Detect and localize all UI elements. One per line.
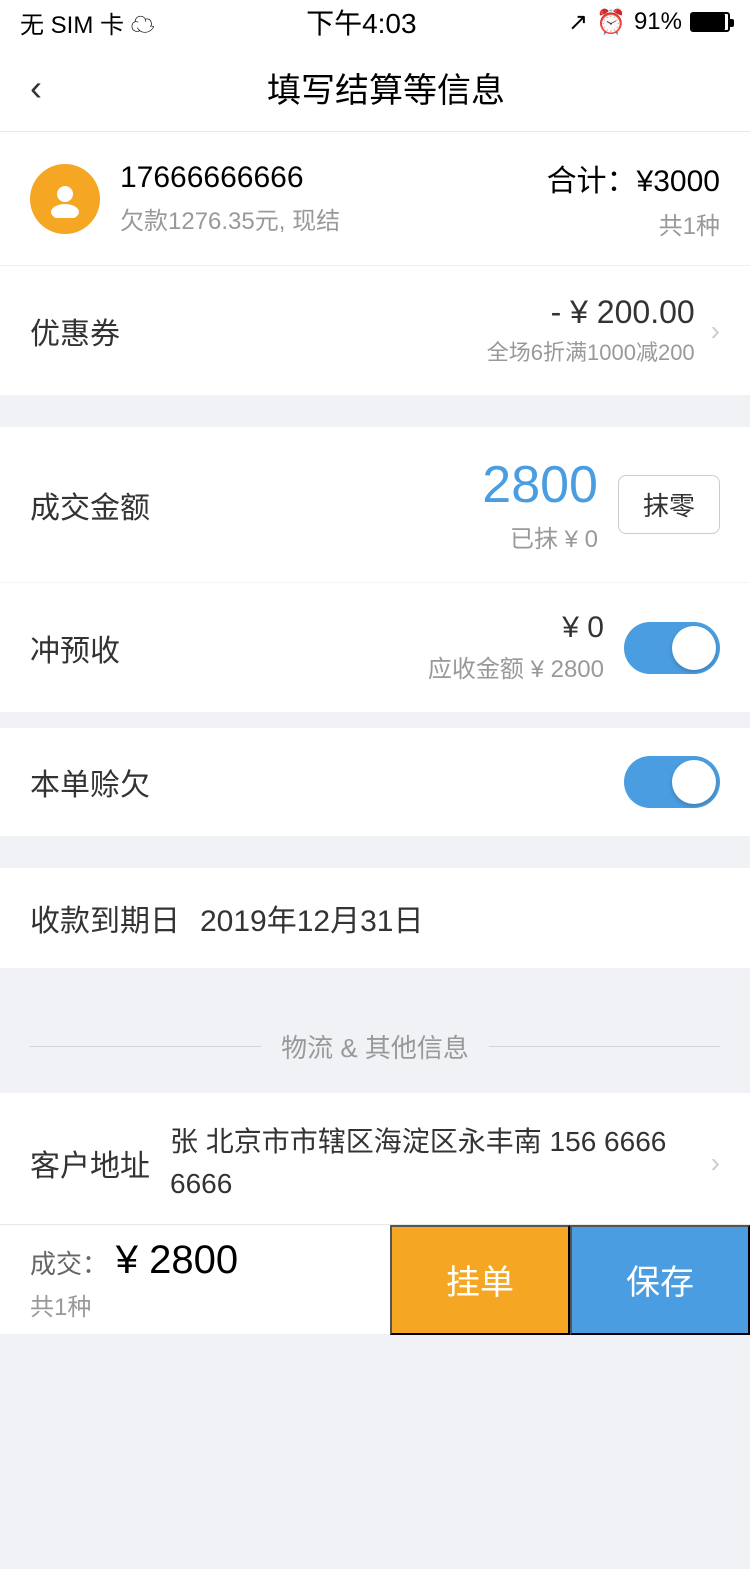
amount-value-group: 2800 已抹 ¥ 0 [482, 455, 598, 554]
page-title: 填写结算等信息 [52, 63, 720, 112]
status-left: 无 SIM 卡 ☁ [20, 5, 155, 40]
address-label: 客户地址 [30, 1141, 150, 1185]
battery-icon [690, 12, 730, 32]
bottom-bar: 成交： ¥ 2800 共1种 挂单 保存 [0, 1224, 750, 1334]
location-icon: ↗ [568, 8, 588, 37]
save-button[interactable]: 保存 [570, 1225, 750, 1335]
duedate-card: 收款到期日 2019年12月31日 [0, 868, 750, 968]
status-time: 下午4:03 [306, 2, 417, 42]
credit-card: 本单赊欠 [0, 728, 750, 836]
toggle-knob [672, 626, 716, 670]
bottom-info: 成交： ¥ 2800 共1种 [0, 1238, 390, 1322]
amount-section: 成交金额 2800 已抹 ¥ 0 抹零 冲预收 ¥ 0 应收金额 ¥ 2800 [0, 427, 750, 712]
prereceive-label: 冲预收 [30, 626, 120, 670]
separator-2 [0, 712, 750, 728]
bottom-deal-label: 成交： [30, 1249, 108, 1279]
address-row[interactable]: 客户地址 张 北京市市辖区海淀区永丰南 156 6666 6666 › [0, 1093, 750, 1233]
prereceive-value: ¥ 0 应收金额 ¥ 2800 [428, 611, 604, 684]
amount-right: 2800 已抹 ¥ 0 抹零 [482, 455, 720, 554]
user-phone: 17666666666 [120, 161, 340, 195]
address-card: 客户地址 张 北京市市辖区海淀区永丰南 156 6666 6666 › [0, 1093, 750, 1233]
credit-label: 本单赊欠 [30, 760, 150, 804]
bottom-count: 共1种 [30, 1287, 360, 1322]
bottom-amount: ¥ 2800 [116, 1238, 238, 1282]
coupon-right: - ¥ 200.00 全场6折满1000减200 › [487, 294, 720, 367]
separator-1 [0, 411, 750, 427]
hold-button[interactable]: 挂单 [390, 1225, 570, 1335]
user-row: 17666666666 欠款1276.35元, 现结 合计：¥3000 共1种 [0, 132, 750, 266]
prereceive-toggle[interactable] [624, 622, 720, 674]
credit-row: 本单赊欠 [0, 728, 750, 836]
content-area: 17666666666 欠款1276.35元, 现结 合计：¥3000 共1种 … [0, 132, 750, 1569]
separator-4 [0, 984, 750, 1000]
divider-line-left [30, 1046, 261, 1047]
amount-label: 成交金额 [30, 483, 150, 527]
section-divider: 物流 & 其他信息 [0, 1000, 750, 1093]
duedate-value: 2019年12月31日 [200, 896, 423, 940]
coupon-desc: 全场6折满1000减200 [487, 335, 695, 367]
user-info-text: 17666666666 欠款1276.35元, 现结 [120, 161, 340, 236]
coupon-row[interactable]: 优惠券 - ¥ 200.00 全场6折满1000减200 › [0, 266, 750, 395]
credit-toggle[interactable] [624, 756, 720, 808]
separator-3 [0, 852, 750, 868]
duedate-label: 收款到期日 [30, 896, 180, 940]
coupon-label: 优惠券 [30, 309, 120, 353]
user-sub-text: 欠款1276.35元, 现结 [120, 201, 340, 236]
back-button[interactable]: ‹ [20, 57, 52, 119]
bottom-deal-row: 成交： ¥ 2800 [30, 1238, 360, 1283]
user-left: 17666666666 欠款1276.35元, 现结 [30, 161, 340, 236]
address-chevron-icon: › [711, 1147, 720, 1179]
prereceive-row: 冲预收 ¥ 0 应收金额 ¥ 2800 [0, 583, 750, 712]
section-divider-text: 物流 & 其他信息 [281, 1028, 469, 1065]
nav-bar: ‹ 填写结算等信息 [0, 44, 750, 132]
battery-percent: 91% [634, 8, 682, 36]
coupon-amount: - ¥ 200.00 [487, 294, 695, 331]
address-value: 张 北京市市辖区海淀区永丰南 156 6666 6666 [170, 1121, 691, 1205]
status-right: ↗ ⏰ 91% [568, 8, 730, 37]
round-button[interactable]: 抹零 [618, 475, 720, 534]
user-info-card: 17666666666 欠款1276.35元, 现结 合计：¥3000 共1种 … [0, 132, 750, 395]
sim-label: 无 SIM 卡 ☁ [20, 5, 155, 40]
prereceive-sub: 应收金额 ¥ 2800 [428, 649, 604, 684]
status-bar: 无 SIM 卡 ☁ 下午4:03 ↗ ⏰ 91% [0, 0, 750, 44]
user-count: 共1种 [547, 206, 720, 241]
avatar [30, 164, 100, 234]
prereceive-amount: ¥ 0 [428, 611, 604, 645]
credit-toggle-knob [672, 760, 716, 804]
amount-sub: 已抹 ¥ 0 [482, 519, 598, 554]
amount-row: 成交金额 2800 已抹 ¥ 0 抹零 [0, 427, 750, 583]
user-right: 合计：¥3000 共1种 [547, 156, 720, 241]
alarm-icon: ⏰ [596, 8, 626, 37]
amount-value: 2800 [482, 455, 598, 515]
coupon-chevron-icon: › [711, 315, 720, 347]
duedate-row: 收款到期日 2019年12月31日 [0, 868, 750, 968]
prereceive-right: ¥ 0 应收金额 ¥ 2800 [428, 611, 720, 684]
user-total: 合计：¥3000 [547, 156, 720, 200]
coupon-value: - ¥ 200.00 全场6折满1000减200 [487, 294, 695, 367]
divider-line-right [489, 1046, 720, 1047]
